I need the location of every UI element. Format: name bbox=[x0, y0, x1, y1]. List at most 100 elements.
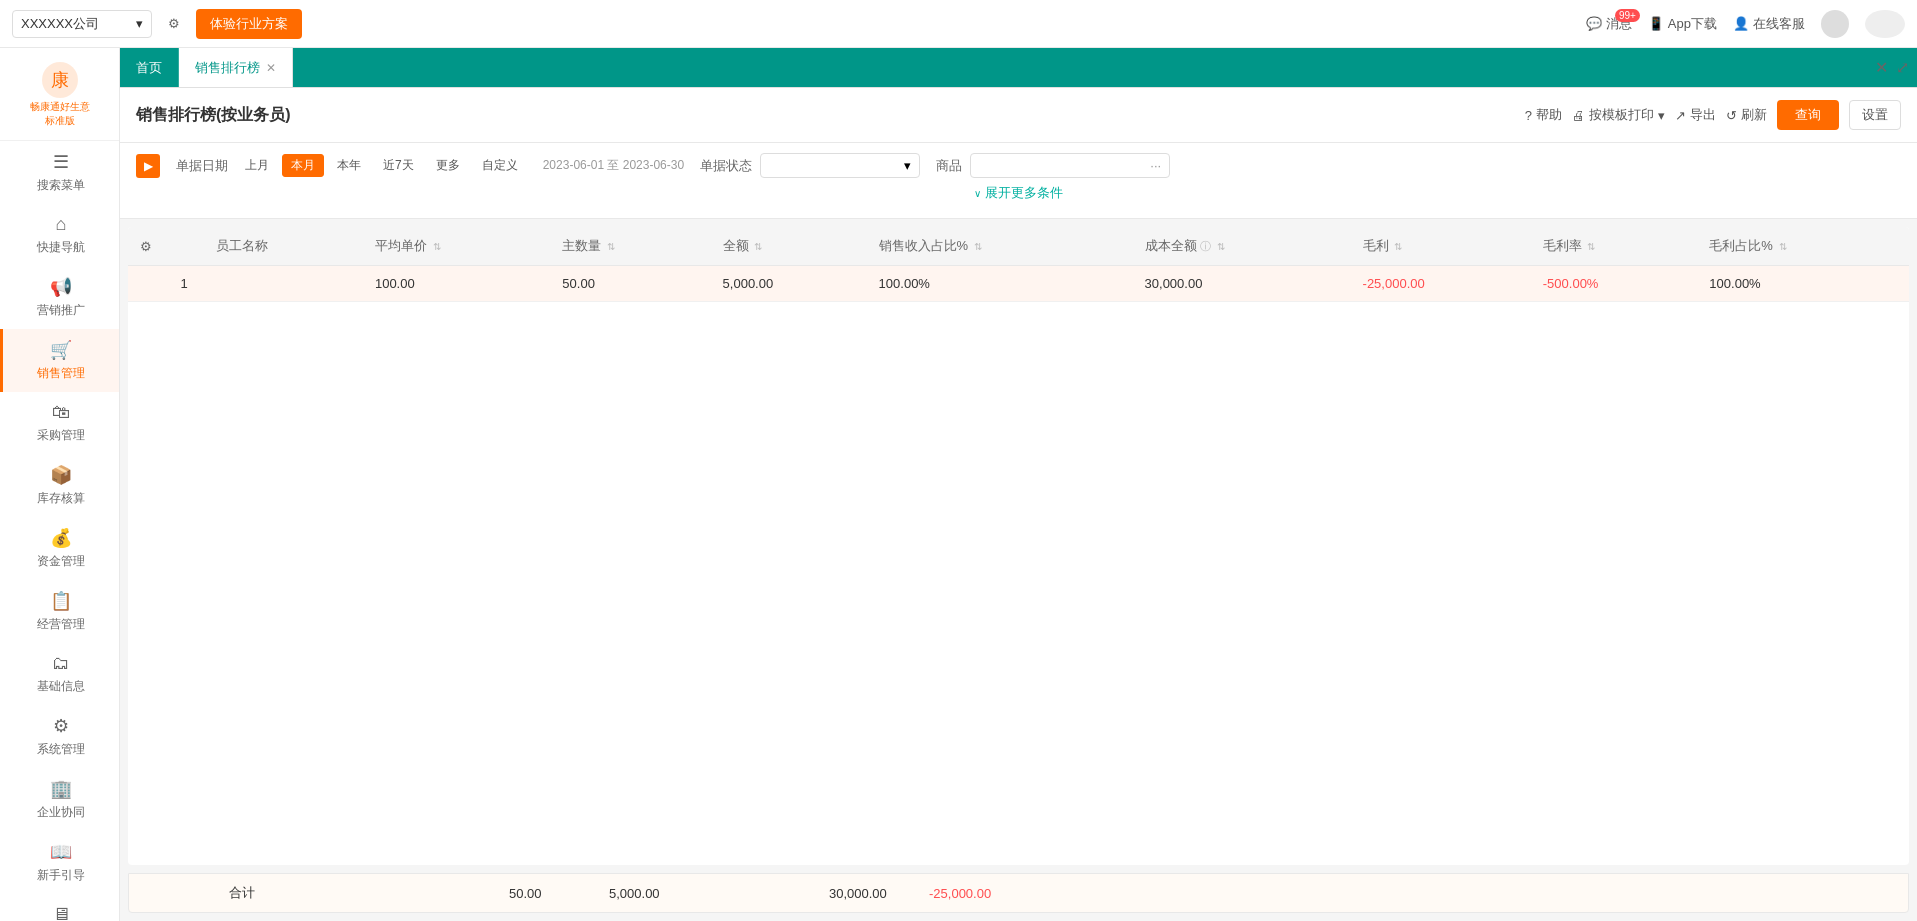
logo-icon: 康 bbox=[40, 60, 80, 100]
avatar[interactable] bbox=[1821, 10, 1849, 38]
table-settings-button[interactable]: 设置 bbox=[1849, 100, 1901, 130]
goods-ellipsis-icon[interactable]: ··· bbox=[1150, 158, 1161, 173]
gross-pct-sort-icon[interactable]: ⇅ bbox=[1779, 241, 1787, 252]
print-button[interactable]: 🖨 按模板打印 ▾ bbox=[1572, 106, 1665, 124]
page-header: 销售排行榜(按业务员) ? 帮助 🖨 按模板打印 ▾ ↗ 导出 bbox=[120, 88, 1917, 143]
column-settings-icon[interactable]: ⚙ bbox=[140, 239, 152, 254]
sidebar-item-quicknav[interactable]: ⌂ 快捷导航 bbox=[0, 204, 119, 266]
tab-home-label: 首页 bbox=[136, 59, 162, 77]
col-name-label: 员工名称 bbox=[216, 238, 268, 253]
sidebar-item-basicinfo[interactable]: 🗂 基础信息 bbox=[0, 643, 119, 705]
amount-sort-icon[interactable]: ⇅ bbox=[754, 241, 762, 252]
arrow-right-icon: ▶ bbox=[144, 159, 153, 173]
tab-home[interactable]: 首页 bbox=[120, 48, 179, 87]
amount-value: 5,000.00 bbox=[723, 276, 774, 291]
cell-avg-price: 100.00 bbox=[363, 266, 550, 302]
col-qty: 主数量 ⇅ bbox=[550, 227, 710, 266]
cost-sort-icon[interactable]: ⇅ bbox=[1217, 241, 1225, 252]
export-button[interactable]: ↗ 导出 bbox=[1675, 106, 1716, 124]
tab-sales-rank[interactable]: 销售排行榜 ✕ bbox=[179, 48, 293, 87]
cell-settings bbox=[128, 266, 164, 302]
date-tab-current-year[interactable]: 本年 bbox=[328, 154, 370, 177]
cell-rank: 1 bbox=[164, 266, 204, 302]
cell-name bbox=[204, 266, 363, 302]
date-tab-last-month[interactable]: 上月 bbox=[236, 154, 278, 177]
goods-filter-group: 商品 ··· bbox=[936, 153, 1170, 178]
finance-icon: 💰 bbox=[50, 527, 72, 549]
trial-button[interactable]: 体验行业方案 bbox=[196, 9, 302, 39]
qty-sort-icon[interactable]: ⇅ bbox=[607, 241, 615, 252]
date-tab-more[interactable]: 更多 bbox=[427, 154, 469, 177]
apps-icon: 🖥 bbox=[52, 904, 70, 921]
online-service-btn[interactable]: 👤 在线客服 bbox=[1733, 15, 1805, 33]
app-download-btn[interactable]: 📱 App下载 bbox=[1648, 15, 1717, 33]
date-tab-current-month[interactable]: 本月 bbox=[282, 154, 324, 177]
gross-pct-value: 100.00% bbox=[1709, 276, 1760, 291]
page-content: 销售排行榜(按业务员) ? 帮助 🖨 按模板打印 ▾ ↗ 导出 bbox=[120, 88, 1917, 921]
main-layout: 康 畅康通好生意标准版 ☰ 搜索菜单 ⌂ 快捷导航 📢 营销推广 🛒 销售管理 … bbox=[0, 48, 1917, 921]
tab-sales-rank-label: 销售排行榜 bbox=[195, 59, 260, 77]
footer-amount: 5,000.00 bbox=[597, 886, 697, 901]
status-select[interactable]: ▾ bbox=[760, 153, 920, 178]
tab-close-icon[interactable]: ✕ bbox=[266, 61, 276, 75]
page-title: 销售排行榜(按业务员) bbox=[136, 105, 1525, 126]
logo-text: 畅康通好生意标准版 bbox=[30, 100, 90, 128]
col-gross-label: 毛利 bbox=[1363, 238, 1389, 253]
data-table: ⚙ 员工名称 平均单价 ⇅ bbox=[128, 227, 1909, 302]
date-tab-custom[interactable]: 自定义 bbox=[473, 154, 527, 177]
col-avg-price-label: 平均单价 bbox=[375, 238, 427, 253]
status-filter-group: 单据状态 ▾ bbox=[700, 153, 920, 178]
col-name: 员工名称 bbox=[204, 227, 363, 266]
col-sales-pct-label: 销售收入占比% bbox=[879, 238, 969, 253]
sidebar-item-enterprise[interactable]: 🏢 企业协同 bbox=[0, 768, 119, 831]
avg-price-sort-icon[interactable]: ⇅ bbox=[433, 241, 441, 252]
app-icon: 📱 bbox=[1648, 16, 1664, 31]
tab-maximize-icon[interactable]: ⤢ bbox=[1896, 58, 1909, 77]
sidebar-item-system[interactable]: ⚙ 系统管理 bbox=[0, 705, 119, 768]
query-button[interactable]: 查询 bbox=[1777, 100, 1839, 130]
filter-expand-arrow[interactable]: ▶ bbox=[136, 154, 160, 178]
refresh-button[interactable]: ↺ 刷新 bbox=[1726, 106, 1767, 124]
date-tab-7days[interactable]: 近7天 bbox=[374, 154, 423, 177]
gross-sort-icon[interactable]: ⇅ bbox=[1394, 241, 1402, 252]
sidebar-item-apps[interactable]: 🖥 应用中心 bbox=[0, 894, 119, 921]
sidebar-item-finance[interactable]: 💰 资金管理 bbox=[0, 517, 119, 580]
sidebar-item-purchase[interactable]: 🛍 采购管理 bbox=[0, 392, 119, 454]
app-download-label: App下载 bbox=[1668, 15, 1717, 33]
goods-input[interactable]: ··· bbox=[970, 153, 1170, 178]
settings-icon[interactable]: ⚙ bbox=[160, 10, 188, 38]
company-selector[interactable]: XXXXXX公司 ▾ bbox=[12, 10, 152, 38]
table-header: ⚙ 员工名称 平均单价 ⇅ bbox=[128, 227, 1909, 266]
table-footer: 合计 50.00 5,000.00 30,000.00 -25,000.00 bbox=[128, 873, 1909, 913]
sidebar-item-search[interactable]: ☰ 搜索菜单 bbox=[0, 141, 119, 204]
col-amount-label: 全额 bbox=[723, 238, 749, 253]
sales-pct-value: 100.00% bbox=[879, 276, 930, 291]
sales-pct-sort-icon[interactable]: ⇅ bbox=[974, 241, 982, 252]
gross-rate-sort-icon[interactable]: ⇅ bbox=[1587, 241, 1595, 252]
col-amount: 全额 ⇅ bbox=[711, 227, 867, 266]
col-settings[interactable]: ⚙ bbox=[128, 227, 164, 266]
sidebar-item-guide[interactable]: 📖 新手引导 bbox=[0, 831, 119, 894]
sidebar-item-inventory[interactable]: 📦 库存核算 bbox=[0, 454, 119, 517]
company-name: XXXXXX公司 bbox=[21, 15, 99, 33]
col-gross-rate: 毛利率 ⇅ bbox=[1531, 227, 1698, 266]
top-bar: XXXXXX公司 ▾ ⚙ 体验行业方案 💬 消息 99+ 📱 App下载 👤 在… bbox=[0, 0, 1917, 48]
col-cost-label: 成本全额 bbox=[1145, 238, 1197, 253]
tab-minimize-icon[interactable]: ✕ bbox=[1875, 58, 1888, 77]
sidebar-item-marketing[interactable]: 📢 营销推广 bbox=[0, 266, 119, 329]
cell-gross-pct: 100.00% bbox=[1697, 266, 1909, 302]
qty-value: 50.00 bbox=[562, 276, 595, 291]
cost-info-icon[interactable]: ⓘ bbox=[1200, 240, 1211, 252]
message-btn[interactable]: 💬 消息 99+ bbox=[1586, 15, 1632, 33]
sidebar-item-label: 资金管理 bbox=[37, 553, 85, 570]
user-name-area[interactable] bbox=[1865, 10, 1905, 38]
sidebar-item-sales[interactable]: 🛒 销售管理 bbox=[0, 329, 119, 392]
help-button[interactable]: ? 帮助 bbox=[1525, 106, 1562, 124]
expand-more-btn[interactable]: ∨ 展开更多条件 bbox=[136, 178, 1901, 208]
operations-icon: 📋 bbox=[50, 590, 72, 612]
expand-more-label: 展开更多条件 bbox=[985, 184, 1063, 202]
date-range-display: 2023-06-01 至 2023-06-30 bbox=[543, 157, 684, 174]
sidebar-item-operations[interactable]: 📋 经营管理 bbox=[0, 580, 119, 643]
service-icon: 👤 bbox=[1733, 16, 1749, 31]
basicinfo-icon: 🗂 bbox=[52, 653, 70, 674]
